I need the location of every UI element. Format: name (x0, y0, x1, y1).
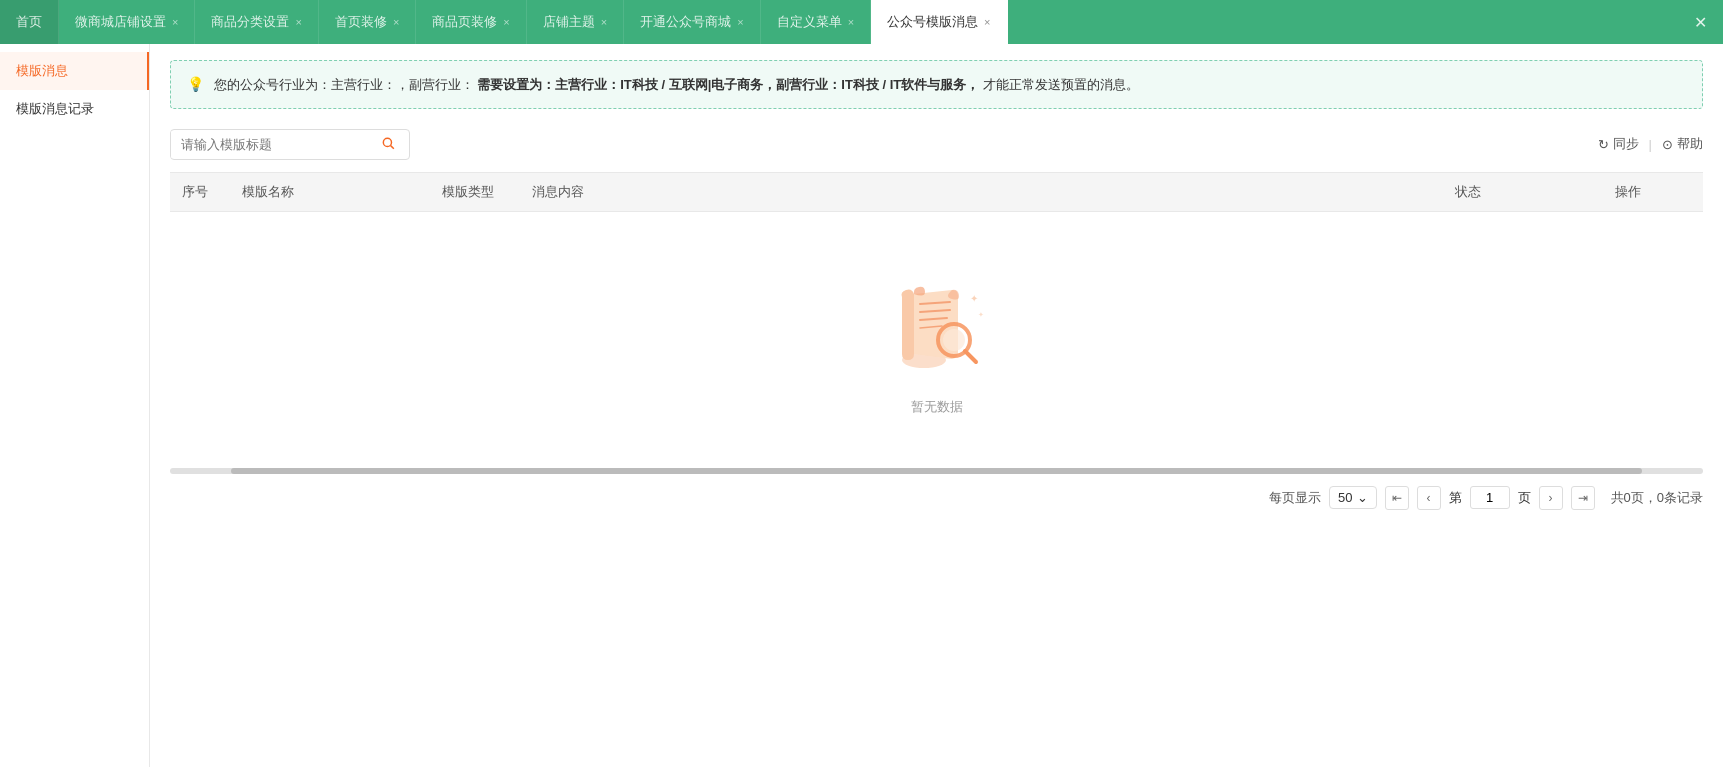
empty-state-row: ✦ ✦ 暂无数据 (170, 211, 1703, 456)
empty-illustration: ✦ ✦ (882, 272, 992, 382)
main-layout: 模版消息 模版消息记录 💡 您的公众号行业为：主营行业：，副营行业： 需要设置为… (0, 44, 1723, 767)
help-button[interactable]: ⊙ 帮助 (1662, 135, 1703, 153)
scroll-track[interactable] (170, 468, 1703, 474)
nav-tab-template-msg[interactable]: 公众号模版消息 × (871, 0, 1007, 44)
per-page-label: 每页显示 (1269, 489, 1321, 507)
close-tab-open-mall[interactable]: × (737, 16, 743, 28)
notice-box: 💡 您的公众号行业为：主营行业：，副营行业： 需要设置为：主营行业：IT科技 /… (170, 60, 1703, 109)
nav-tab-open-mall-label: 开通公众号商城 (640, 13, 731, 31)
per-page-value: 50 (1338, 490, 1352, 505)
last-page-button[interactable]: ⇥ (1571, 486, 1595, 510)
nav-tab-wsc-settings[interactable]: 微商城店铺设置 × (59, 0, 195, 44)
search-bar: ↻ 同步 | ⊙ 帮助 (170, 129, 1703, 160)
nav-tab-home[interactable]: 首页 (0, 0, 59, 44)
main-content: 💡 您的公众号行业为：主营行业：，副营行业： 需要设置为：主营行业：IT科技 /… (150, 44, 1723, 767)
col-status: 状态 (1443, 172, 1603, 211)
notice-icon: 💡 (187, 76, 204, 92)
svg-text:✦: ✦ (978, 311, 984, 318)
search-input-wrap[interactable] (170, 129, 410, 160)
table-header-row: 序号 模版名称 模版类型 消息内容 状态 操作 (170, 172, 1703, 211)
sidebar: 模版消息 模版消息记录 (0, 44, 150, 767)
close-tab-wsc-settings[interactable]: × (172, 16, 178, 28)
empty-state: ✦ ✦ 暂无数据 (170, 212, 1703, 456)
pagination: 每页显示 50 ⌄ ⇤ ‹ 第 页 › ⇥ 共0页，0条记录 (170, 486, 1703, 510)
nav-tab-shop-theme-label: 店铺主题 (543, 13, 595, 31)
nav-tab-product-decor[interactable]: 商品页装修 × (416, 0, 526, 44)
notice-highlight: 需要设置为：主营行业：IT科技 / 互联网|电子商务，副营行业：IT科技 / I… (477, 77, 979, 92)
sidebar-item-template-record-label: 模版消息记录 (16, 101, 94, 116)
nav-tab-category-label: 商品分类设置 (211, 13, 289, 31)
empty-state-cell: ✦ ✦ 暂无数据 (170, 211, 1703, 456)
col-type: 模版类型 (430, 172, 520, 211)
close-tab-template-msg[interactable]: × (984, 16, 990, 28)
page-label-post: 页 (1518, 489, 1531, 507)
nav-tab-home-label: 首页 (16, 13, 42, 31)
nav-tab-template-msg-label: 公众号模版消息 (887, 13, 978, 31)
sync-label: 同步 (1613, 135, 1639, 153)
sidebar-item-template-record[interactable]: 模版消息记录 (0, 90, 149, 128)
sync-button[interactable]: ↻ 同步 (1598, 135, 1639, 153)
table-footer: 每页显示 50 ⌄ ⇤ ‹ 第 页 › ⇥ 共0页，0条记录 (170, 468, 1703, 510)
sidebar-item-template-message-label: 模版消息 (16, 63, 68, 78)
nav-tab-open-mall[interactable]: 开通公众号商城 × (624, 0, 760, 44)
close-all-tabs-button[interactable]: ✕ (1678, 13, 1723, 32)
close-tab-shop-theme[interactable]: × (601, 16, 607, 28)
help-icon: ⊙ (1662, 137, 1673, 152)
nav-tab-custom-menu-label: 自定义菜单 (777, 13, 842, 31)
col-seq: 序号 (170, 172, 230, 211)
close-tab-custom-menu[interactable]: × (848, 16, 854, 28)
per-page-select[interactable]: 50 ⌄ (1329, 486, 1376, 509)
help-label: 帮助 (1677, 135, 1703, 153)
first-page-button[interactable]: ⇤ (1385, 486, 1409, 510)
nav-tab-home-decor[interactable]: 首页装修 × (319, 0, 416, 44)
svg-line-1 (391, 145, 394, 148)
nav-tab-category-settings[interactable]: 商品分类设置 × (195, 0, 318, 44)
col-action: 操作 (1603, 172, 1703, 211)
close-tab-category[interactable]: × (295, 16, 301, 28)
nav-tab-shop-theme[interactable]: 店铺主题 × (527, 0, 624, 44)
page-label-pre: 第 (1449, 489, 1462, 507)
scroll-thumb (231, 468, 1641, 474)
data-table: 序号 模版名称 模版类型 消息内容 状态 操作 (170, 172, 1703, 456)
search-input[interactable] (171, 131, 371, 158)
current-page-input[interactable] (1470, 486, 1510, 509)
svg-point-0 (383, 138, 391, 146)
actions-divider: | (1649, 137, 1652, 152)
notice-prefix: 您的公众号行业为：主营行业：，副营行业： (214, 77, 474, 92)
sidebar-item-template-message[interactable]: 模版消息 (0, 52, 149, 90)
top-navigation: 首页 微商城店铺设置 × 商品分类设置 × 首页装修 × 商品页装修 × 店铺主… (0, 0, 1723, 44)
prev-page-button[interactable]: ‹ (1417, 486, 1441, 510)
nav-tab-product-decor-label: 商品页装修 (432, 13, 497, 31)
svg-point-8 (943, 329, 965, 351)
search-button[interactable] (371, 130, 405, 159)
nav-tab-home-decor-label: 首页装修 (335, 13, 387, 31)
next-page-button[interactable]: › (1539, 486, 1563, 510)
svg-text:✦: ✦ (970, 293, 978, 304)
close-tab-home-decor[interactable]: × (393, 16, 399, 28)
col-name: 模版名称 (230, 172, 430, 211)
per-page-dropdown-icon: ⌄ (1357, 490, 1368, 505)
close-tab-product-decor[interactable]: × (503, 16, 509, 28)
nav-tab-wsc-settings-label: 微商城店铺设置 (75, 13, 166, 31)
nav-tab-custom-menu[interactable]: 自定义菜单 × (761, 0, 871, 44)
search-actions: ↻ 同步 | ⊙ 帮助 (1598, 135, 1703, 153)
empty-text: 暂无数据 (170, 398, 1703, 416)
col-content: 消息内容 (520, 172, 1443, 211)
sync-icon: ↻ (1598, 137, 1609, 152)
page-total: 共0页，0条记录 (1611, 489, 1703, 507)
notice-suffix: 才能正常发送预置的消息。 (983, 77, 1139, 92)
svg-line-9 (965, 351, 976, 362)
